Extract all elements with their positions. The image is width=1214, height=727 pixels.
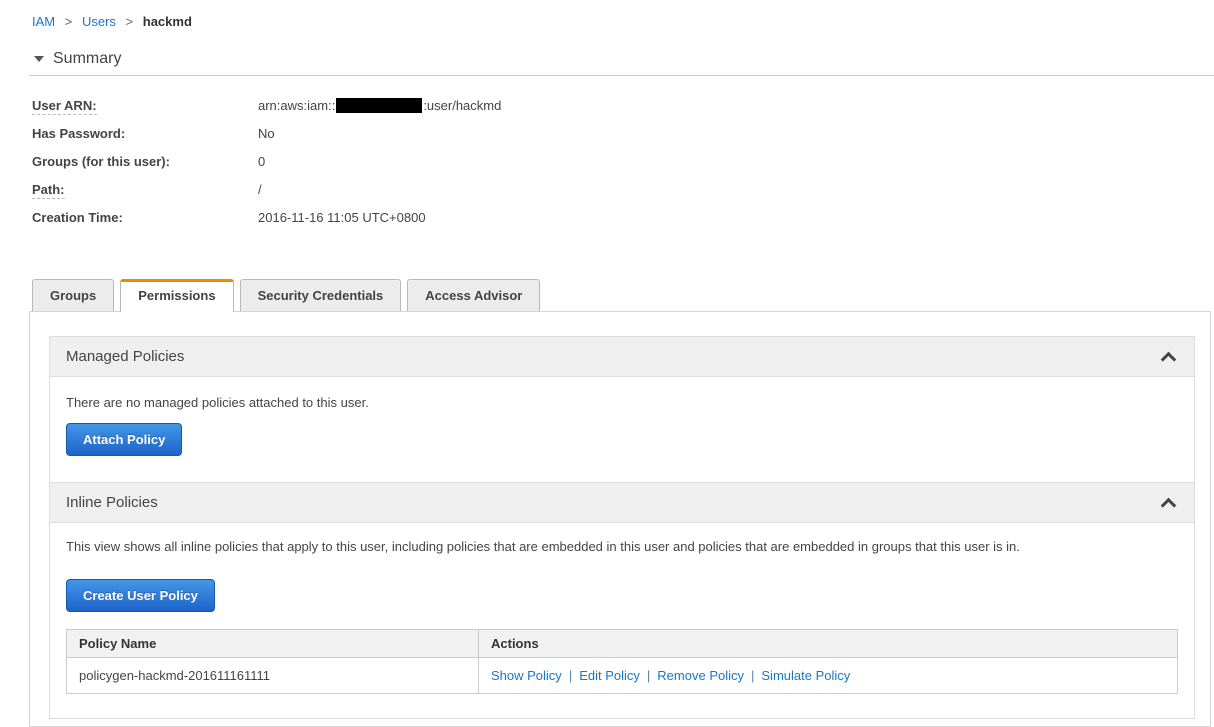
path-value: / <box>258 181 262 197</box>
tab-access-advisor[interactable]: Access Advisor <box>407 279 541 311</box>
policy-name-cell: policygen-hackmd-201611161111 <box>66 657 479 694</box>
managed-policies-header[interactable]: Managed Policies <box>50 337 1194 377</box>
inline-policies-body: This view shows all inline policies that… <box>50 523 1194 718</box>
managed-policies-title: Managed Policies <box>66 348 185 365</box>
path-label: Path: <box>32 181 65 199</box>
tab-permissions[interactable]: Permissions <box>120 279 234 312</box>
user-arn-label: User ARN: <box>32 97 97 115</box>
arn-suffix: :user/hackmd <box>423 97 502 113</box>
redacted-account-id <box>336 97 423 113</box>
policy-actions-cell: Show Policy | Edit Policy | Remove Policy | Si… <box>478 657 1178 694</box>
summary-divider <box>29 75 1214 76</box>
breadcrumb-link-users[interactable]: Users <box>82 14 116 29</box>
field-creation-time: Creation Time: 2016-11-16 11:05 UTC+0800 <box>32 203 1214 231</box>
collapse-triangle-icon[interactable] <box>34 56 44 62</box>
summary-fields: User ARN: arn:aws:iam:::user/hackmd Has … <box>32 91 1214 231</box>
permissions-tab-panel: Managed Policies There are no managed po… <box>29 311 1211 727</box>
breadcrumb-current-user: hackmd <box>142 14 192 29</box>
inline-policies-section: Inline Policies This view shows all inli… <box>49 482 1195 719</box>
remove-policy-link[interactable]: Remove Policy <box>657 668 744 683</box>
user-arn-value: arn:aws:iam:::user/hackmd <box>258 97 502 113</box>
has-password-label: Has Password: <box>32 125 126 141</box>
action-separator: | <box>751 668 755 683</box>
action-separator: | <box>646 668 651 683</box>
inline-policies-header[interactable]: Inline Policies <box>50 483 1194 523</box>
breadcrumb: IAM > Users > hackmd <box>32 14 1214 29</box>
tab-groups[interactable]: Groups <box>32 279 115 311</box>
edit-policy-link[interactable]: Edit Policy <box>579 668 640 683</box>
breadcrumb-separator: > <box>125 14 134 29</box>
creation-time-value: 2016-11-16 11:05 UTC+0800 <box>258 209 426 225</box>
summary-title: Summary <box>53 50 122 67</box>
user-detail-tabs: Groups Permissions Security Credentials … <box>32 279 1214 312</box>
summary-section-header[interactable]: Summary <box>34 50 1214 68</box>
managed-policies-empty-message: There are no managed policies attached t… <box>66 395 369 410</box>
create-user-policy-button[interactable]: Create User Policy <box>66 579 215 612</box>
simulate-policy-link[interactable]: Simulate Policy <box>761 668 850 683</box>
column-header-actions: Actions <box>478 629 1178 658</box>
field-user-arn: User ARN: arn:aws:iam:::user/hackmd <box>32 91 1214 119</box>
breadcrumb-separator: > <box>64 14 73 29</box>
arn-prefix: arn:aws:iam:: <box>258 97 336 113</box>
attach-policy-button[interactable]: Attach Policy <box>66 423 183 456</box>
show-policy-link[interactable]: Show Policy <box>491 668 562 683</box>
collapse-chevron-icon[interactable] <box>1160 351 1177 368</box>
field-path: Path: / <box>32 175 1214 203</box>
tab-security-credentials[interactable]: Security Credentials <box>239 279 402 311</box>
groups-count-value: 0 <box>258 153 266 169</box>
inline-policies-table: Policy Name Actions policygen-hackmd-201… <box>66 629 1178 694</box>
breadcrumb-link-iam[interactable]: IAM <box>32 14 55 29</box>
table-header-row: Policy Name Actions <box>66 629 1178 658</box>
has-password-value: No <box>258 125 275 141</box>
groups-count-label: Groups (for this user): <box>32 153 170 169</box>
inline-policies-title: Inline Policies <box>66 494 158 511</box>
action-separator: | <box>568 668 573 683</box>
field-has-password: Has Password: No <box>32 119 1214 147</box>
field-groups-count: Groups (for this user): 0 <box>32 147 1214 175</box>
collapse-chevron-icon[interactable] <box>1160 497 1177 514</box>
inline-policies-description: This view shows all inline policies that… <box>66 539 1020 554</box>
managed-policies-section: Managed Policies There are no managed po… <box>49 336 1195 483</box>
column-header-policy-name: Policy Name <box>66 629 479 658</box>
managed-policies-body: There are no managed policies attached t… <box>50 377 1194 482</box>
table-row: policygen-hackmd-201611161111 Show Polic… <box>66 657 1178 694</box>
creation-time-label: Creation Time: <box>32 209 123 225</box>
